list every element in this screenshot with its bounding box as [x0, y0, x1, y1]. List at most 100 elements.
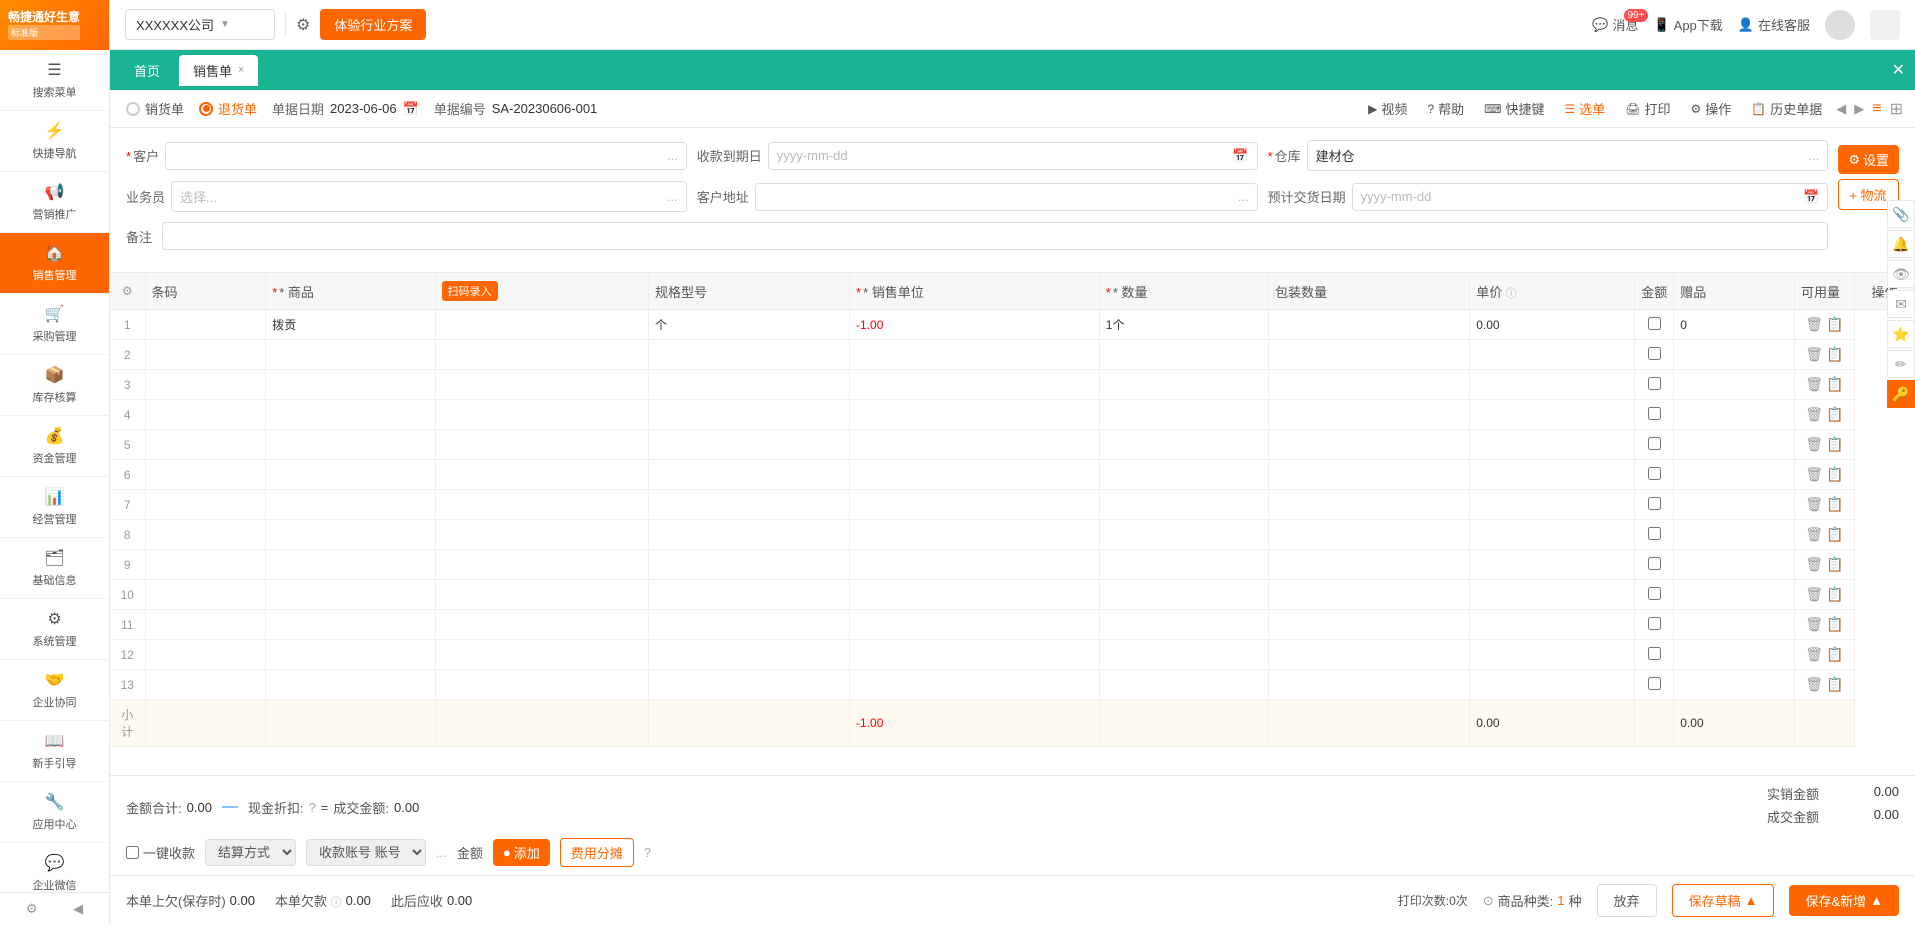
warehouse-input[interactable]: 建材仓 ... — [1307, 140, 1829, 171]
sidebar-item-wechat[interactable]: 💬企业微信 — [0, 843, 109, 892]
copy-icon[interactable]: 📋 — [1826, 646, 1843, 662]
row-product[interactable] — [266, 550, 435, 580]
delete-icon[interactable]: 🗑 — [1805, 676, 1823, 692]
sidebar-item-quick-nav[interactable]: ⚡快捷导航 — [0, 111, 109, 172]
float-btn-7[interactable]: 🔑 — [1887, 380, 1915, 408]
delete-icon[interactable]: 🗑 — [1805, 616, 1823, 632]
float-btn-3[interactable]: 👁 — [1887, 260, 1915, 288]
row-barcode[interactable] — [145, 640, 266, 670]
row-unit[interactable] — [648, 550, 849, 580]
delete-icon[interactable]: 🗑 — [1805, 346, 1823, 362]
settings-button[interactable]: ⚙ 设置 — [1838, 145, 1899, 174]
row-unit[interactable] — [648, 610, 849, 640]
sidebar-item-sales[interactable]: 🏠销售管理 — [0, 233, 109, 294]
row-unit[interactable] — [648, 430, 849, 460]
calendar-icon[interactable]: 📅 — [403, 101, 419, 117]
nav-next-icon[interactable]: ▶ — [1854, 101, 1864, 117]
row-gift[interactable] — [1635, 640, 1674, 670]
row-product[interactable]: 拨贡 — [266, 310, 435, 340]
ops-btn[interactable]: ⚙ 操作 — [1685, 96, 1738, 121]
sidebar-item-enterprise[interactable]: 🤝企业协同 — [0, 660, 109, 721]
row-unit[interactable] — [648, 340, 849, 370]
row-spec[interactable] — [435, 580, 648, 610]
row-price[interactable] — [1269, 370, 1470, 400]
collapse-icon[interactable]: ◀ — [73, 901, 83, 917]
row-pkg-qty[interactable]: 1个 — [1099, 310, 1268, 340]
copy-icon[interactable]: 📋 — [1826, 466, 1843, 482]
row-amount[interactable] — [1470, 460, 1635, 490]
print-btn[interactable]: 🖨 打印 — [1619, 96, 1676, 121]
row-barcode[interactable] — [145, 310, 266, 340]
tab-sales[interactable]: 销售单 × — [179, 55, 258, 86]
row-spec[interactable] — [435, 430, 648, 460]
payment-method-select[interactable]: 结算方式 — [205, 839, 296, 866]
row-unit[interactable]: 个 — [648, 310, 849, 340]
history-btn[interactable]: 📋 历史单据 — [1745, 96, 1828, 121]
row-unit[interactable] — [648, 640, 849, 670]
video-btn[interactable]: ▶ 视频 — [1362, 96, 1413, 121]
settings-icon[interactable]: ⚙ — [26, 901, 38, 917]
row-price[interactable] — [1269, 670, 1470, 700]
copy-icon[interactable]: 📋 — [1826, 376, 1843, 392]
row-qty[interactable] — [850, 550, 1100, 580]
row-spec[interactable] — [435, 370, 648, 400]
online-service-button[interactable]: 👤 在线客服 — [1738, 15, 1810, 34]
row-pkg-qty[interactable] — [1099, 640, 1268, 670]
row-price[interactable] — [1269, 340, 1470, 370]
row-pkg-qty[interactable] — [1099, 400, 1268, 430]
float-btn-4[interactable]: ✉ — [1887, 290, 1915, 318]
row-gift[interactable] — [1635, 610, 1674, 640]
row-price[interactable] — [1269, 580, 1470, 610]
row-barcode[interactable] — [145, 610, 266, 640]
company-selector[interactable]: XXXXXX公司 ▼ — [125, 9, 275, 40]
row-gift[interactable] — [1635, 670, 1674, 700]
row-barcode[interactable] — [145, 400, 266, 430]
calendar-icon-2[interactable]: 📅 — [1232, 148, 1248, 164]
salesperson-dots[interactable]: ... — [667, 189, 678, 204]
row-gift[interactable] — [1635, 460, 1674, 490]
return-type-radio[interactable]: 退货单 — [199, 99, 257, 118]
row-amount[interactable] — [1470, 340, 1635, 370]
row-qty[interactable] — [850, 430, 1100, 460]
delete-icon[interactable]: 🗑 — [1805, 646, 1823, 662]
copy-icon[interactable]: 📋 — [1826, 436, 1843, 452]
row-barcode[interactable] — [145, 430, 266, 460]
row-barcode[interactable] — [145, 520, 266, 550]
row-spec[interactable] — [435, 640, 648, 670]
message-button[interactable]: 💬 消息 99+ — [1592, 15, 1638, 34]
debt-help-icon[interactable]: ⓘ — [331, 897, 342, 909]
copy-icon[interactable]: 📋 — [1826, 616, 1843, 632]
row-barcode[interactable] — [145, 340, 266, 370]
row-qty[interactable] — [850, 670, 1100, 700]
delete-icon[interactable]: 🗑 — [1805, 376, 1823, 392]
float-btn-2[interactable]: 🔔 — [1887, 230, 1915, 258]
calendar-icon-3[interactable]: 📅 — [1803, 189, 1819, 205]
row-qty[interactable] — [850, 400, 1100, 430]
tab-home[interactable]: 首页 — [120, 55, 174, 86]
one-click-checkbox[interactable] — [126, 846, 139, 859]
user-settings[interactable] — [1870, 10, 1900, 40]
delete-icon[interactable]: 🗑 — [1805, 496, 1823, 512]
row-unit[interactable] — [648, 670, 849, 700]
payment-dots[interactable]: ... — [436, 845, 447, 860]
sidebar-item-basic-info[interactable]: 🗂基础信息 — [0, 538, 109, 599]
account-select[interactable]: 收款账号 账号 — [306, 839, 426, 866]
shortcut-btn[interactable]: ⌨ 快捷键 — [1478, 96, 1550, 121]
warehouse-dots[interactable]: ... — [1809, 148, 1820, 163]
row-product[interactable] — [266, 400, 435, 430]
row-product[interactable] — [266, 580, 435, 610]
row-amount[interactable] — [1470, 610, 1635, 640]
delete-icon[interactable]: 🗑 — [1805, 466, 1823, 482]
view-list-icon[interactable]: ≡ — [1872, 100, 1881, 118]
row-amount[interactable] — [1470, 490, 1635, 520]
row-amount[interactable] — [1470, 520, 1635, 550]
row-spec[interactable] — [435, 310, 648, 340]
row-product[interactable] — [266, 370, 435, 400]
copy-icon[interactable]: 📋 — [1826, 496, 1843, 512]
delete-icon[interactable]: 🗑 — [1805, 436, 1823, 452]
row-pkg-qty[interactable] — [1099, 370, 1268, 400]
row-gift[interactable] — [1635, 310, 1674, 340]
addr-dots[interactable]: ... — [1238, 189, 1249, 204]
app-download-button[interactable]: 📱 App下载 — [1653, 15, 1722, 34]
row-amount[interactable] — [1470, 670, 1635, 700]
